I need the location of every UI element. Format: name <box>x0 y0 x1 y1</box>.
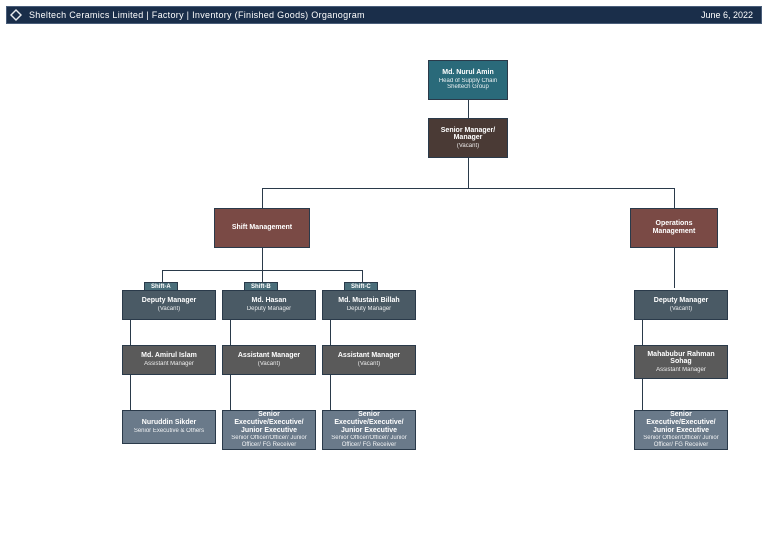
node-org: Sheltech Group <box>447 84 489 91</box>
org-chart-canvas: Md. Nurul Amin Head of Supply Chain Shel… <box>0 30 768 544</box>
connector <box>162 270 163 282</box>
node-role: Senior Officer/Officer/ Junior Officer/ … <box>327 435 411 448</box>
connector <box>468 100 469 118</box>
node-role: (Vacant) <box>457 143 479 150</box>
node-name: Md. Nurul Amin <box>442 69 493 77</box>
node-name: Md. Mustain Billah <box>338 297 399 305</box>
node-name: Senior Executive/Executive/ Junior Execu… <box>227 411 311 434</box>
connector <box>262 248 263 270</box>
header-date: June 6, 2022 <box>701 10 761 20</box>
node-role: (Vacant) <box>358 361 380 368</box>
node-shift-c-exec: Senior Executive/Executive/ Junior Execu… <box>322 410 416 450</box>
connector <box>674 188 675 208</box>
connector <box>262 270 263 282</box>
node-name: Mahabubur Rahman Sohag <box>639 351 723 366</box>
node-head-supply-chain: Md. Nurul Amin Head of Supply Chain Shel… <box>428 60 508 100</box>
node-role: Deputy Manager <box>347 306 391 313</box>
node-name: Md. Hasan <box>251 297 286 305</box>
node-shift-b-assistant: Assistant Manager (Vacant) <box>222 345 316 375</box>
node-name: Md. Amirul Islam <box>141 352 197 360</box>
node-name: Deputy Manager <box>142 297 196 305</box>
header-bar: Sheltech Ceramics Limited | Factory | In… <box>6 6 762 24</box>
node-role: (Vacant) <box>258 361 280 368</box>
page: Sheltech Ceramics Limited | Factory | In… <box>0 0 768 544</box>
node-role: Assistant Manager <box>144 361 194 368</box>
connector <box>674 248 675 288</box>
node-shift-a-assistant: Md. Amirul Islam Assistant Manager <box>122 345 216 375</box>
connector <box>362 270 363 282</box>
node-name: Assistant Manager <box>338 352 400 360</box>
node-role: Senior Executive & Others <box>134 428 204 435</box>
connector <box>468 158 469 188</box>
node-name: Senior Executive/Executive/ Junior Execu… <box>327 411 411 434</box>
node-role: Assistant Manager <box>656 367 706 374</box>
connector <box>262 188 674 189</box>
node-role: Deputy Manager <box>247 306 291 313</box>
node-shift-a-exec: Nuruddin Sikder Senior Executive & Other… <box>122 410 216 444</box>
node-operations-management: Operations Management <box>630 208 718 248</box>
node-shift-a-deputy: Deputy Manager (Vacant) <box>122 290 216 320</box>
node-name: Operations Management <box>635 220 713 235</box>
node-role: Senior Officer/Officer/ Junior Officer/ … <box>639 435 723 448</box>
company-logo-icon <box>7 6 25 24</box>
node-shift-b-exec: Senior Executive/Executive/ Junior Execu… <box>222 410 316 450</box>
node-ops-assistant: Mahabubur Rahman Sohag Assistant Manager <box>634 345 728 379</box>
node-shift-c-deputy: Md. Mustain Billah Deputy Manager <box>322 290 416 320</box>
node-name: Shift Management <box>232 224 292 232</box>
header-title: Sheltech Ceramics Limited | Factory | In… <box>29 10 701 20</box>
node-ops-deputy: Deputy Manager (Vacant) <box>634 290 728 320</box>
node-shift-management: Shift Management <box>214 208 310 248</box>
node-name: Nuruddin Sikder <box>142 419 196 427</box>
connector <box>262 188 263 208</box>
node-ops-exec: Senior Executive/Executive/ Junior Execu… <box>634 410 728 450</box>
node-name: Deputy Manager <box>654 297 708 305</box>
node-name: Senior Executive/Executive/ Junior Execu… <box>639 411 723 434</box>
node-name: Senior Manager/ Manager <box>433 127 503 142</box>
node-shift-c-assistant: Assistant Manager (Vacant) <box>322 345 416 375</box>
node-role: (Vacant) <box>670 306 692 313</box>
node-name: Assistant Manager <box>238 352 300 360</box>
node-shift-b-deputy: Md. Hasan Deputy Manager <box>222 290 316 320</box>
node-role: (Vacant) <box>158 306 180 313</box>
node-role: Head of Supply Chain <box>439 78 497 85</box>
node-senior-manager: Senior Manager/ Manager (Vacant) <box>428 118 508 158</box>
node-role: Senior Officer/Officer/ Junior Officer/ … <box>227 435 311 448</box>
